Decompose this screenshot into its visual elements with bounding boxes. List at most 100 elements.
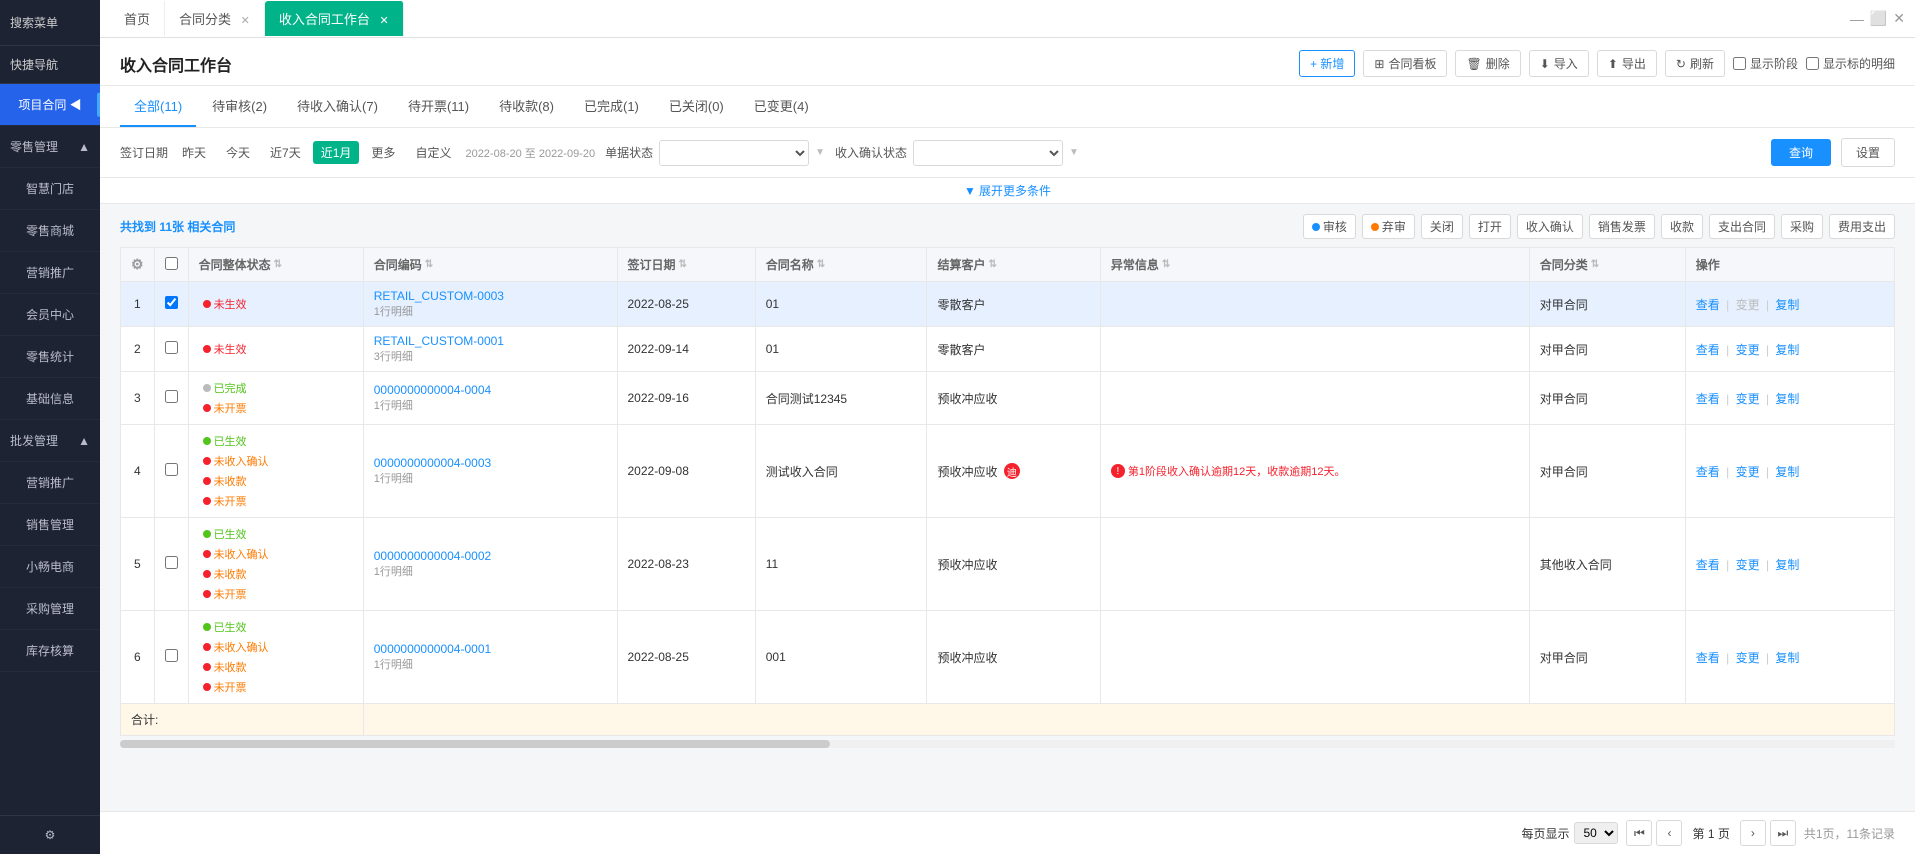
contract-link[interactable]: 0000000000004-0002 (374, 549, 607, 563)
sidebar-item-sales-mgmt[interactable]: 销售管理 (0, 504, 100, 546)
refresh-button[interactable]: ↻ 刷新 (1665, 50, 1725, 77)
query-button[interactable]: 查询 (1771, 139, 1831, 166)
prev-page-button[interactable]: ‹ (1656, 820, 1682, 846)
contract-link[interactable]: RETAIL_CUSTOM-0001 (374, 334, 607, 348)
sidebar-item-purchase[interactable]: 采购管理 (0, 588, 100, 630)
date-1month[interactable]: 近1月 (313, 141, 360, 164)
add-button[interactable]: + 新增 (1299, 50, 1355, 77)
first-page-button[interactable]: ⏮ (1626, 820, 1652, 846)
filter-tab-pending-payment[interactable]: 待收款(8) (485, 86, 568, 127)
status-select[interactable] (659, 140, 809, 166)
show-stage-checkbox-label[interactable]: 显示阶段 (1733, 55, 1798, 72)
page-size-select[interactable]: 50 (1574, 822, 1618, 844)
show-detail-checkbox[interactable] (1806, 57, 1819, 70)
payment-button[interactable]: 收款 (1661, 214, 1703, 239)
edit-button[interactable]: 变更 (1736, 651, 1760, 665)
copy-button[interactable]: 复制 (1775, 392, 1799, 406)
sidebar-item-member[interactable]: 会员中心 (0, 294, 100, 336)
open-contract-button[interactable]: 打开 (1469, 214, 1511, 239)
sidebar-settings[interactable]: ⚙ (0, 815, 100, 854)
sidebar-item-marketing2[interactable]: 营销推广 (0, 462, 100, 504)
edit-button[interactable]: 变更 (1736, 465, 1760, 479)
close-contract-button[interactable]: 关闭 (1421, 214, 1463, 239)
view-button[interactable]: 查看 (1696, 651, 1720, 665)
horizontal-scrollbar[interactable] (120, 740, 1895, 748)
sales-invoice-button[interactable]: 销售发票 (1589, 214, 1655, 239)
filter-tab-pending-confirm[interactable]: 待收入确认(7) (283, 86, 392, 127)
row-select-checkbox[interactable] (165, 556, 178, 569)
review-button[interactable]: 审核 (1303, 214, 1356, 239)
show-detail-checkbox-label[interactable]: 显示标的明细 (1806, 55, 1895, 72)
edit-button[interactable]: 变更 (1736, 392, 1760, 406)
view-button[interactable]: 查看 (1696, 343, 1720, 357)
date-today[interactable]: 今天 (218, 141, 258, 164)
tab-income-workbench[interactable]: 收入合同工作台 ✕ (265, 1, 404, 36)
import-button[interactable]: ⬇ 导入 (1529, 50, 1589, 77)
show-stage-checkbox[interactable] (1733, 57, 1746, 70)
row-select-checkbox[interactable] (165, 390, 178, 403)
filter-tab-changed[interactable]: 已变更(4) (740, 86, 823, 127)
tab-contract-category[interactable]: 合同分类 ✕ (165, 1, 265, 36)
filter-tab-all[interactable]: 全部(11) (120, 86, 196, 127)
tab-minimize-icon[interactable]: — (1850, 11, 1864, 27)
date-7days[interactable]: 近7天 (262, 141, 309, 164)
sidebar-item-batch-mgmt[interactable]: 批发管理 ▲ (0, 420, 100, 462)
view-button[interactable]: 查看 (1696, 392, 1720, 406)
contract-link[interactable]: RETAIL_CUSTOM-0003 (374, 289, 607, 303)
sidebar-item-basic-info[interactable]: 基础信息 (0, 378, 100, 420)
tab-home[interactable]: 首页 (110, 1, 165, 36)
row-select-checkbox[interactable] (165, 341, 178, 354)
confirm-status-select[interactable] (913, 140, 1063, 166)
copy-button[interactable]: 复制 (1775, 651, 1799, 665)
tab-close-workbench[interactable]: ✕ (380, 15, 389, 27)
copy-button[interactable]: 复制 (1775, 343, 1799, 357)
sidebar-item-marketing[interactable]: 营销推广 (0, 252, 100, 294)
sidebar-item-smart-store[interactable]: 智慧门店 (0, 168, 100, 210)
expense-out-button[interactable]: 费用支出 (1829, 214, 1895, 239)
sidebar-quick-nav[interactable]: 快捷导航 (0, 46, 100, 84)
sidebar-item-inventory[interactable]: 库存核算 (0, 630, 100, 672)
delete-button[interactable]: 🗑 删除 (1455, 50, 1520, 77)
purchase-button[interactable]: 采购 (1781, 214, 1823, 239)
abandon-review-button[interactable]: 弃审 (1362, 214, 1415, 239)
row-select-checkbox[interactable] (165, 463, 178, 476)
sidebar-item-retail-mall[interactable]: 零售商城 (0, 210, 100, 252)
tab-close-category[interactable]: ✕ (241, 15, 250, 27)
contract-link[interactable]: 0000000000004-0004 (374, 383, 607, 397)
sidebar-item-project[interactable]: 项目合同 ◀ (0, 84, 100, 126)
edit-button[interactable]: 变更 (1736, 343, 1760, 357)
filter-tab-pending-review[interactable]: 待审核(2) (198, 86, 281, 127)
tab-maximize-icon[interactable]: ⬜ (1870, 10, 1887, 27)
row-select-checkbox[interactable] (165, 296, 178, 309)
tab-close-icon[interactable]: ✕ (1893, 10, 1905, 27)
copy-button[interactable]: 复制 (1775, 558, 1799, 572)
sidebar-search[interactable]: 搜索菜单 (0, 0, 100, 46)
income-confirm-button[interactable]: 收入确认 (1517, 214, 1583, 239)
view-button[interactable]: 查看 (1696, 298, 1720, 312)
filter-tab-closed[interactable]: 已关闭(0) (655, 86, 738, 127)
sidebar-item-retail-stats[interactable]: 零售统计 (0, 336, 100, 378)
edit-button[interactable]: 变更 (1736, 558, 1760, 572)
expand-conditions-button[interactable]: ▼ 展开更多条件 (964, 182, 1051, 199)
set-button[interactable]: 设置 (1841, 138, 1895, 167)
filter-tab-completed[interactable]: 已完成(1) (570, 86, 653, 127)
contract-link[interactable]: 0000000000004-0003 (374, 456, 607, 470)
contract-link[interactable]: 0000000000004-0001 (374, 642, 607, 656)
next-page-button[interactable]: › (1740, 820, 1766, 846)
sidebar-item-ecommerce[interactable]: 小畅电商 (0, 546, 100, 588)
view-button[interactable]: 查看 (1696, 465, 1720, 479)
sidebar-item-retail-mgmt[interactable]: 零售管理 ▲ (0, 126, 100, 168)
copy-button[interactable]: 复制 (1775, 298, 1799, 312)
edit-button[interactable]: 变更 (1736, 298, 1760, 312)
date-custom[interactable]: 自定义 (407, 141, 459, 164)
expense-contract-button[interactable]: 支出合同 (1709, 214, 1775, 239)
row-select-checkbox[interactable] (165, 649, 178, 662)
last-page-button[interactable]: ⏭ (1770, 820, 1796, 846)
date-more[interactable]: 更多 (363, 141, 403, 164)
filter-tab-pending-invoice[interactable]: 待开票(11) (394, 86, 483, 127)
select-all-checkbox[interactable] (165, 257, 178, 270)
export-button[interactable]: ⬆ 导出 (1597, 50, 1657, 77)
settings-icon[interactable]: ⚙ (131, 256, 144, 272)
date-yesterday[interactable]: 昨天 (174, 141, 214, 164)
copy-button[interactable]: 复制 (1775, 465, 1799, 479)
